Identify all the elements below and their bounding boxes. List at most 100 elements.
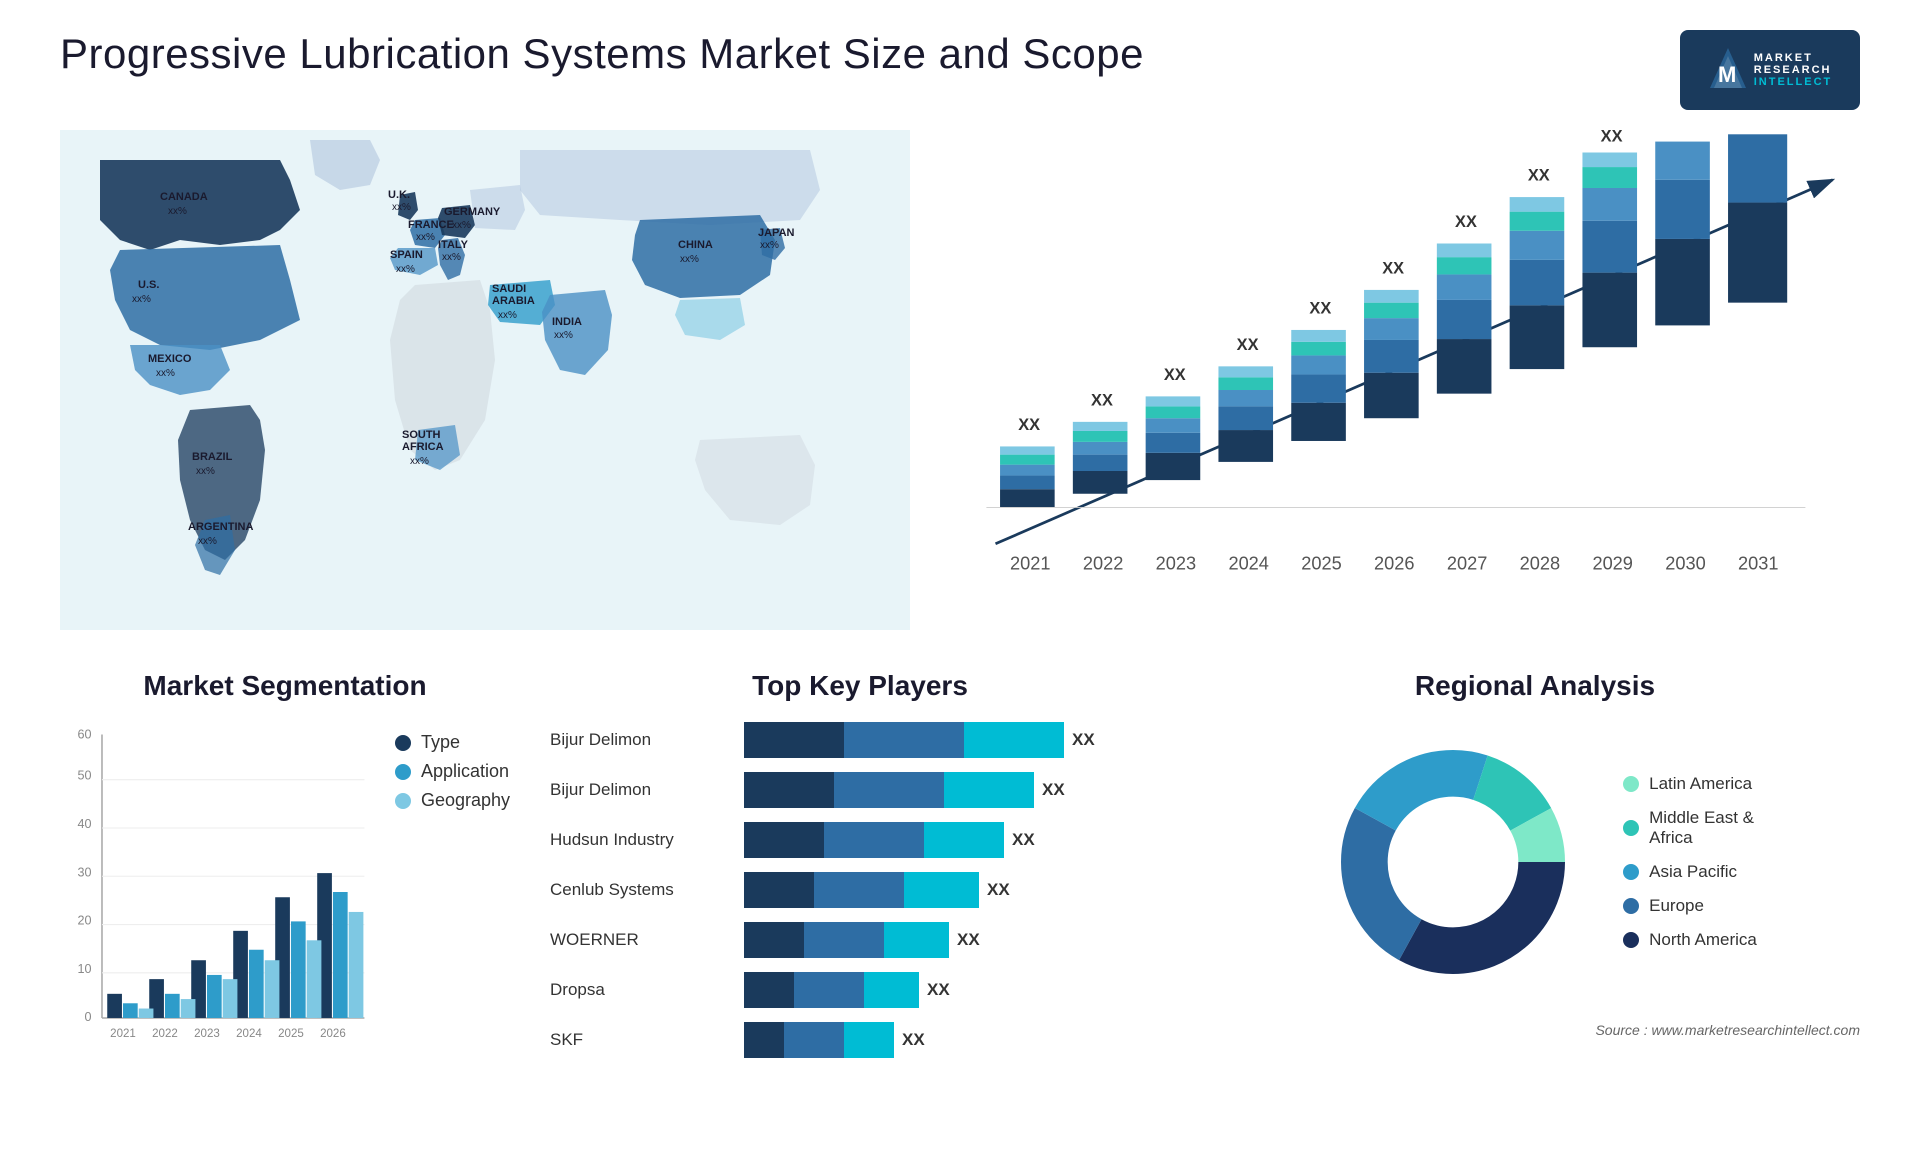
bar-seg3 — [964, 722, 1064, 758]
player-bar — [744, 822, 1004, 858]
source-text: Source : www.marketresearchintellect.com — [1210, 1022, 1860, 1038]
player-bar — [744, 872, 979, 908]
svg-text:30: 30 — [77, 865, 91, 879]
svg-text:2023: 2023 — [1156, 553, 1196, 573]
bar-seg3 — [844, 1022, 894, 1058]
svg-text:SAUDI: SAUDI — [492, 283, 526, 295]
page-header: Progressive Lubrication Systems Market S… — [60, 30, 1860, 110]
bottom-row: Market Segmentation 0 10 20 30 40 50 60 — [60, 670, 1860, 1130]
svg-text:40: 40 — [77, 817, 91, 831]
svg-text:2031: 2031 — [1738, 553, 1778, 573]
player-val: XX — [987, 880, 1010, 900]
player-bar-wrap: XX — [744, 822, 1170, 858]
legend-type-label: Type — [421, 732, 460, 753]
svg-text:50: 50 — [77, 769, 91, 783]
svg-text:2023: 2023 — [194, 1028, 220, 1040]
bar-seg3 — [944, 772, 1034, 808]
logo-icon: M — [1708, 46, 1748, 90]
top-row: CANADA xx% U.S. xx% MEXICO xx% BRAZIL xx… — [60, 130, 1860, 630]
svg-text:U.S.: U.S. — [138, 279, 159, 291]
bar-seg1 — [744, 972, 794, 1008]
logo-line2: RESEARCH — [1754, 64, 1833, 76]
latin-america-label: Latin America — [1649, 774, 1752, 794]
legend-asia-pacific: Asia Pacific — [1623, 862, 1757, 882]
regional-content: Latin America Middle East &Africa Asia P… — [1210, 722, 1860, 1002]
bar-seg1 — [744, 922, 804, 958]
player-val: XX — [1012, 830, 1035, 850]
svg-text:xx%: xx% — [760, 240, 779, 251]
svg-text:XX: XX — [1237, 336, 1259, 354]
svg-text:XX: XX — [1164, 366, 1186, 384]
player-bar — [744, 772, 1034, 808]
bar-seg2 — [784, 1022, 844, 1058]
player-row: Hudsun Industry XX — [550, 822, 1170, 858]
svg-text:SOUTH: SOUTH — [402, 429, 441, 441]
middle-east-africa-label: Middle East &Africa — [1649, 808, 1754, 848]
svg-text:xx%: xx% — [498, 310, 517, 321]
legend-europe: Europe — [1623, 896, 1757, 916]
asia-pacific-label: Asia Pacific — [1649, 862, 1737, 882]
player-name: Bijur Delimon — [550, 780, 730, 800]
bar-seg3 — [904, 872, 979, 908]
regional-panel: Regional Analysis — [1210, 670, 1860, 1130]
bar-seg2 — [804, 922, 884, 958]
svg-text:INDIA: INDIA — [552, 316, 582, 328]
svg-text:CANADA: CANADA — [160, 191, 208, 203]
map-panel: CANADA xx% U.S. xx% MEXICO xx% BRAZIL xx… — [60, 130, 910, 630]
bar-seg3 — [864, 972, 919, 1008]
logo: M MARKET RESEARCH INTELLECT — [1680, 30, 1860, 110]
svg-text:0: 0 — [84, 1010, 91, 1024]
svg-text:XX: XX — [1091, 391, 1113, 409]
svg-text:ARGENTINA: ARGENTINA — [188, 521, 253, 533]
legend-application: Application — [395, 761, 510, 782]
svg-text:FRANCE: FRANCE — [408, 219, 454, 231]
svg-text:U.K.: U.K. — [388, 189, 410, 201]
growth-bar-chart: XX 2021 XX 2022 XX 2023 — [950, 130, 1860, 630]
player-name: Hudsun Industry — [550, 830, 730, 850]
legend-north-america: North America — [1623, 930, 1757, 950]
svg-text:xx%: xx% — [198, 536, 217, 547]
player-name: WOERNER — [550, 930, 730, 950]
svg-text:2025: 2025 — [1301, 553, 1341, 573]
page-title: Progressive Lubrication Systems Market S… — [60, 30, 1144, 78]
logo-area: M MARKET RESEARCH INTELLECT — [1680, 30, 1860, 110]
logo-line3: INTELLECT — [1754, 76, 1833, 88]
player-row: Bijur Delimon XX — [550, 772, 1170, 808]
asia-pacific-dot — [1623, 864, 1639, 880]
svg-text:xx%: xx% — [392, 202, 411, 213]
svg-text:xx%: xx% — [416, 232, 435, 243]
geography-dot — [395, 793, 411, 809]
svg-text:2030: 2030 — [1665, 553, 1705, 573]
player-val: XX — [902, 1030, 925, 1050]
svg-text:XX: XX — [1309, 300, 1331, 318]
player-bar — [744, 922, 949, 958]
svg-text:xx%: xx% — [680, 254, 699, 265]
svg-text:XX: XX — [1382, 260, 1404, 278]
segmentation-panel: Market Segmentation 0 10 20 30 40 50 60 — [60, 670, 510, 1130]
bar-chart-panel: XX 2021 XX 2022 XX 2023 — [950, 130, 1860, 630]
key-players-panel: Top Key Players Bijur Delimon XX — [550, 670, 1170, 1130]
svg-text:10: 10 — [77, 962, 91, 976]
svg-text:JAPAN: JAPAN — [758, 227, 795, 239]
north-america-dot — [1623, 932, 1639, 948]
player-row: Cenlub Systems XX — [550, 872, 1170, 908]
svg-text:2021: 2021 — [110, 1028, 136, 1040]
svg-text:2022: 2022 — [1083, 553, 1123, 573]
svg-text:60: 60 — [77, 728, 91, 742]
players-list: Bijur Delimon XX Bijur Delimon — [550, 722, 1170, 1058]
svg-text:xx%: xx% — [554, 330, 573, 341]
player-bar — [744, 972, 919, 1008]
player-val: XX — [1072, 730, 1095, 750]
player-bar-wrap: XX — [744, 972, 1170, 1008]
player-name: Cenlub Systems — [550, 880, 730, 900]
svg-text:ARABIA: ARABIA — [492, 295, 535, 307]
svg-text:20: 20 — [77, 914, 91, 928]
player-row: Bijur Delimon XX — [550, 722, 1170, 758]
legend-application-label: Application — [421, 761, 509, 782]
legend-geography: Geography — [395, 790, 510, 811]
svg-text:XX: XX — [1455, 213, 1477, 231]
type-dot — [395, 735, 411, 751]
player-val: XX — [927, 980, 950, 1000]
svg-text:2026: 2026 — [1374, 553, 1414, 573]
svg-text:xx%: xx% — [156, 368, 175, 379]
